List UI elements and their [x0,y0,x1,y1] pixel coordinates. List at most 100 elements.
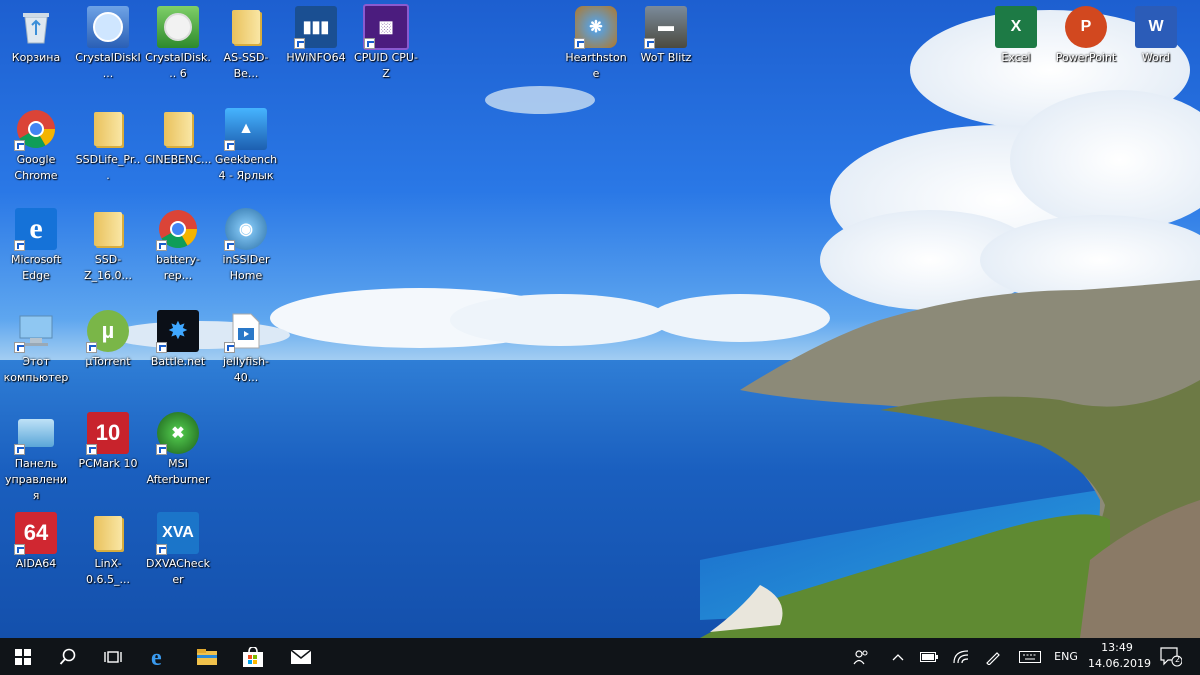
msi-afterburner-icon: ✖ [155,410,201,456]
geekbench-icon: ▲ [223,106,269,152]
desktop-icon[interactable]: X Excel [980,4,1052,66]
shortcut-arrow-icon [294,38,305,49]
task-view-icon[interactable] [90,638,136,675]
notification-count: 2 [1175,655,1181,664]
desktop-icon-label: SSD-Z_16.0... [83,253,133,282]
keyboard-icon[interactable] [1016,638,1044,675]
folder-icon [223,4,269,50]
shortcut-arrow-icon [14,544,25,555]
desktop-icon-label: battery-rep... [156,253,200,282]
desktop-icon[interactable]: CINEBENC... [142,106,214,168]
desktop-icon[interactable]: ▲ Geekbench 4 - Ярлык [210,106,282,184]
dxvachecker-icon: XVA [155,510,201,556]
desktop-icon[interactable]: jellyfish-40... [210,308,282,386]
inssider-icon: ◉ [223,206,269,252]
desktop-icon-label: HWiNFO64 [286,51,346,64]
desktop-icon[interactable]: ✸ Battle.net [142,308,214,370]
desktop-icon[interactable]: XVA DXVAChecker [142,510,214,588]
desktop-icon[interactable]: CrystalDisk... 6 [142,4,214,82]
desktop-icon[interactable]: Панель управления [0,410,72,504]
chrome-icon [13,106,59,152]
store-icon[interactable] [230,638,276,675]
desktop-icon-label: Microsoft Edge [10,253,62,282]
desktop-icon-label: CINEBENC... [144,153,212,166]
desktop-icon-label: WoT Blitz [640,51,692,64]
recycle-bin-icon [13,4,59,50]
file-explorer-icon[interactable] [184,638,230,675]
chevron-up-icon[interactable] [886,638,910,675]
desktop-icon[interactable]: W Word [1120,4,1192,66]
desktop-icon[interactable]: battery-rep... [142,206,214,284]
wifi-icon[interactable] [948,638,974,675]
desktop-icon[interactable]: Google Chrome [0,106,72,184]
shortcut-arrow-icon [14,444,25,455]
desktop-icon[interactable]: SSD-Z_16.0... [72,206,144,284]
language-indicator[interactable]: ENG [1050,638,1082,675]
desktop-icon-label: Этот компьютер [3,355,69,384]
desktop-icon-label: µTorrent [85,355,131,368]
desktop-icon[interactable]: LinX-0.6.5_... [72,510,144,588]
shortcut-arrow-icon [156,444,167,455]
desktop-icon[interactable]: 10 PCMark 10 [72,410,144,472]
cpu-z-icon: ▩ [363,4,409,50]
desktop-icon-label: DXVAChecker [146,557,210,586]
edge-icon[interactable]: e [138,638,184,675]
desktop-icon[interactable]: AS-SSD-Be... [210,4,282,82]
excel-icon: X [993,4,1039,50]
desktop-icon[interactable]: ▮▮▮ HWiNFO64 [280,4,352,66]
desktop-icon-label: Панель управления [4,457,68,502]
svg-text:e: e [151,646,162,668]
mail-icon[interactable] [278,638,324,675]
desktop-icon[interactable]: SSDLife_Pr... [72,106,144,184]
desktop-icon[interactable]: Этот компьютер [0,308,72,386]
desktop-icon[interactable]: ❋ Hearthstone [560,4,632,82]
battery-icon[interactable] [916,638,942,675]
desktop-icon-label: PCMark 10 [78,457,138,470]
taskbar: e ENG 13:49 14.06.2019 2 [0,638,1200,675]
powerpoint-icon: P [1063,4,1109,50]
shortcut-arrow-icon [224,140,235,151]
desktop-icon[interactable]: P PowerPoint [1050,4,1122,66]
desktop-icon-label: Hearthstone [565,51,627,80]
shortcut-arrow-icon [156,240,167,251]
desktop-icon[interactable]: ▬ WoT Blitz [630,4,702,66]
folder-icon [85,106,131,152]
folder-icon [85,510,131,556]
desktop-icon[interactable]: 64 AIDA64 [0,510,72,572]
shortcut-arrow-icon [156,544,167,555]
desktop-icon-label: inSSIDer Home [222,253,270,282]
desktop-icon-label: CPUID CPU-Z [354,51,418,80]
desktop-icon[interactable]: ▩ CPUID CPU-Z [350,4,422,82]
clock-time: 13:49 [1101,641,1133,654]
edge-icon: e [13,206,59,252]
notification-center-icon[interactable]: 2 [1156,638,1186,675]
control-panel-icon [13,410,59,456]
this-pc-icon [13,308,59,354]
people-icon[interactable] [848,638,874,675]
desktop-icon[interactable]: Корзина [0,4,72,66]
battlenet-icon: ✸ [155,308,201,354]
windows-start-icon[interactable] [0,638,46,675]
desktop-icon[interactable]: ✖ MSI Afterburner [142,410,214,488]
desktop-icon[interactable]: ◉ inSSIDer Home [210,206,282,284]
desktop-icon-label: Battle.net [150,355,206,368]
pen-icon[interactable] [980,638,1006,675]
shortcut-arrow-icon [86,342,97,353]
desktop-icon-label: Google Chrome [14,153,58,182]
desktop-icon[interactable]: e Microsoft Edge [0,206,72,284]
clock-date: 14.06.2019 [1088,657,1151,670]
utorrent-icon: µ [85,308,131,354]
desktop-icon-label: PowerPoint [1055,51,1117,64]
desktop-icon-label: AS-SSD-Be... [223,51,269,80]
clock[interactable]: 13:49 14.06.2019 [1088,640,1151,672]
desktop-icon-label: Word [1141,51,1171,64]
shortcut-arrow-icon [86,444,97,455]
shortcut-arrow-icon [644,38,655,49]
search-icon[interactable] [45,638,91,675]
desktop-icon-label: AIDA64 [15,557,57,570]
desktop-icon[interactable]: CrystalDiskI... [72,4,144,82]
desktop-icon-label: MSI Afterburner [146,457,210,486]
wot-blitz-icon: ▬ [643,4,689,50]
desktop-icon[interactable]: µ µTorrent [72,308,144,370]
desktop-icon-label: Geekbench 4 - Ярлык [214,153,278,182]
